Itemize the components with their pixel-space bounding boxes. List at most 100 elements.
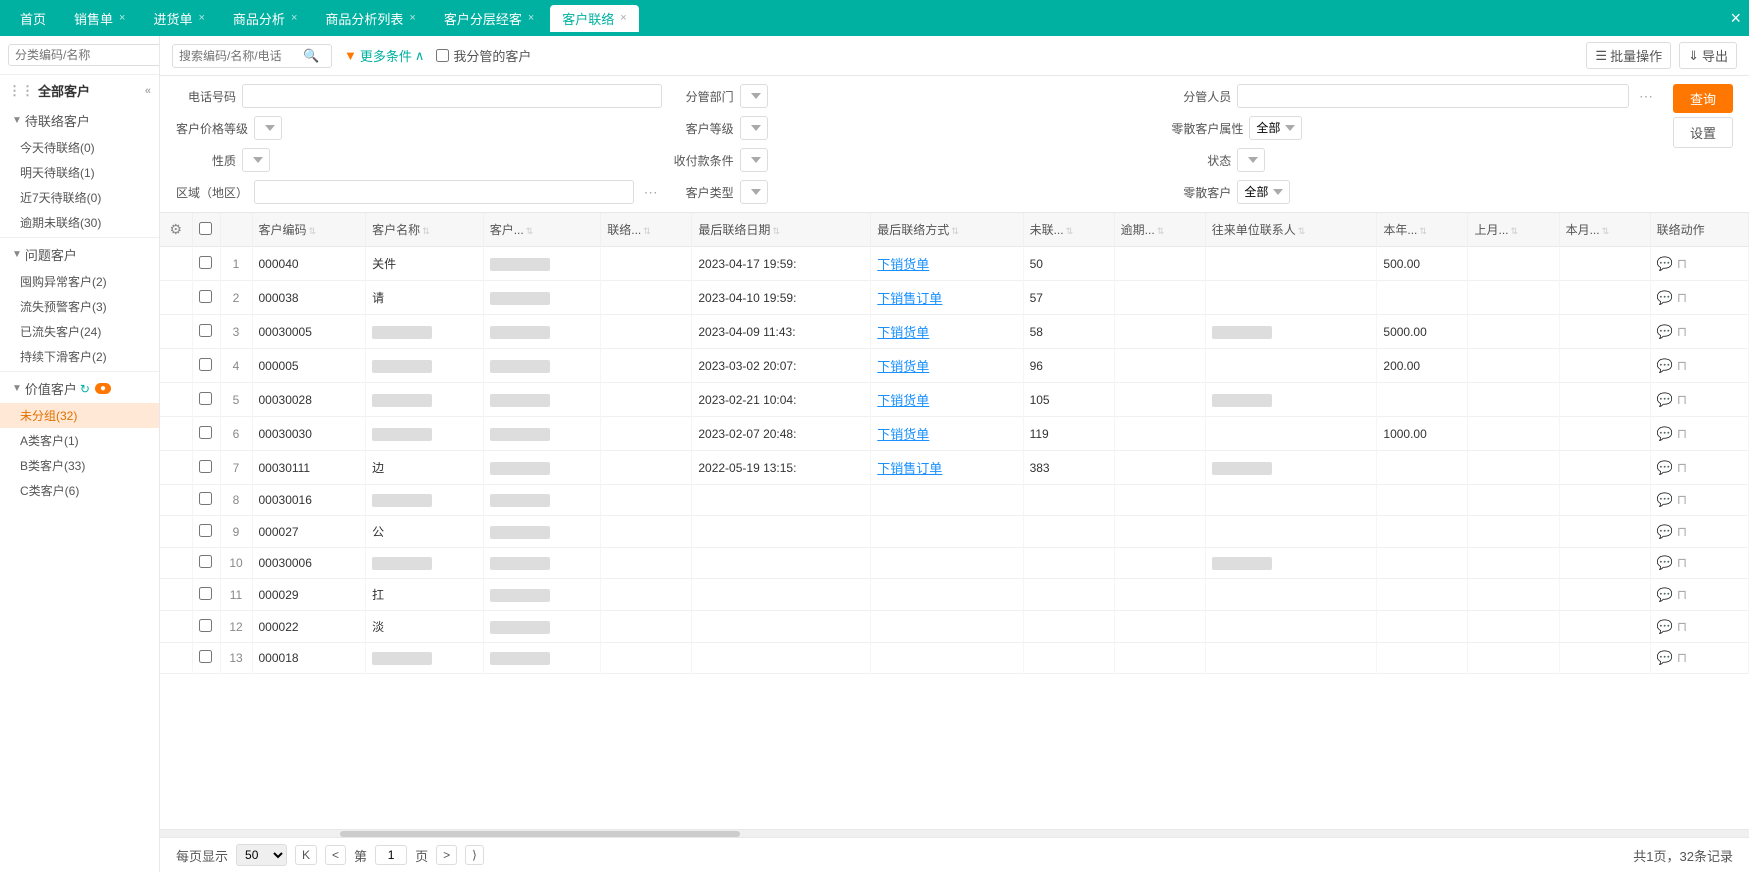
select-all-checkbox[interactable] <box>199 222 212 235</box>
row-checkbox[interactable] <box>199 392 212 405</box>
sidebar-item-declining[interactable]: 持续下滑客户(2) <box>0 344 159 369</box>
cell-checkbox[interactable] <box>192 516 220 548</box>
grid-icon[interactable]: ⊓ <box>1677 256 1687 272</box>
phone-input[interactable] <box>242 84 662 108</box>
batch-op-button[interactable]: ☰ 批量操作 <box>1586 42 1671 69</box>
row-checkbox[interactable] <box>199 256 212 269</box>
region-input[interactable] <box>254 180 634 204</box>
gear-icon[interactable]: ⚙ <box>169 221 182 237</box>
comment-icon[interactable]: 💬 <box>1657 619 1673 635</box>
sidebar-item-tomorrow-pending[interactable]: 明天待联络(1) <box>0 160 159 185</box>
comment-icon[interactable]: 💬 <box>1657 392 1673 408</box>
col-no-contact[interactable]: 未联...⇅ <box>1023 213 1114 247</box>
refresh-icon[interactable]: ↻ <box>80 382 90 396</box>
value-header[interactable]: ▼ 价值客户 ↻ ● <box>0 374 159 403</box>
cell-checkbox[interactable] <box>192 417 220 451</box>
grid-icon[interactable]: ⊓ <box>1677 290 1687 306</box>
tab-purchase[interactable]: 进货单 × <box>141 5 216 32</box>
close-goods-analysis-tab[interactable]: × <box>291 12 297 24</box>
comment-icon[interactable]: 💬 <box>1657 587 1673 603</box>
cell-checkbox[interactable] <box>192 611 220 643</box>
cell-checkbox[interactable] <box>192 485 220 516</box>
cell-checkbox[interactable] <box>192 281 220 315</box>
grid-icon[interactable]: ⊓ <box>1677 426 1687 442</box>
col-code[interactable]: 客户编码⇅ <box>252 213 366 247</box>
query-button[interactable]: 查询 <box>1673 84 1733 113</box>
table-container[interactable]: ⚙ 客户编码⇅ 客户名称⇅ 客户...⇅ 联络...⇅ 最后联络日期⇅ 最后联络… <box>160 213 1749 829</box>
horizontal-scrollbar[interactable] <box>160 829 1749 837</box>
per-page-select[interactable]: 50 100 200 <box>236 844 287 866</box>
comment-icon[interactable]: 💬 <box>1657 358 1673 374</box>
col-type[interactable]: 客户...⇅ <box>483 213 601 247</box>
row-checkbox[interactable] <box>199 524 212 537</box>
prev-page-button[interactable]: < <box>325 845 346 865</box>
close-customer-contact-tab[interactable]: × <box>620 12 626 24</box>
grid-icon[interactable]: ⊓ <box>1677 460 1687 476</box>
comment-icon[interactable]: 💬 <box>1657 650 1673 666</box>
scrollbar-thumb[interactable] <box>340 831 740 837</box>
close-all-button[interactable]: × <box>1730 8 1741 29</box>
row-checkbox[interactable] <box>199 650 212 663</box>
row-checkbox[interactable] <box>199 426 212 439</box>
grid-icon[interactable]: ⊓ <box>1677 492 1687 508</box>
row-checkbox[interactable] <box>199 587 212 600</box>
tab-home[interactable]: 首页 <box>8 5 58 32</box>
contact-method-link[interactable]: 下销货单 <box>877 257 929 272</box>
tab-customer-layer[interactable]: 客户分层经客 × <box>432 5 546 32</box>
dept-select[interactable] <box>740 84 768 108</box>
reset-button[interactable]: 设置 <box>1673 117 1733 148</box>
tab-customer-contact[interactable]: 客户联络 × <box>550 5 638 32</box>
grid-icon[interactable]: ⊓ <box>1677 619 1687 635</box>
cell-checkbox[interactable] <box>192 315 220 349</box>
col-this-year[interactable]: 本年...⇅ <box>1377 213 1468 247</box>
col-name[interactable]: 客户名称⇅ <box>366 213 484 247</box>
page-number-input[interactable] <box>375 845 407 865</box>
grid-icon[interactable]: ⊓ <box>1677 392 1687 408</box>
comment-icon[interactable]: 💬 <box>1657 524 1673 540</box>
region-dots[interactable]: ⋯ <box>640 184 662 201</box>
row-checkbox[interactable] <box>199 324 212 337</box>
grid-icon[interactable]: ⊓ <box>1677 324 1687 340</box>
col-last-date[interactable]: 最后联络日期⇅ <box>692 213 871 247</box>
sidebar-item-unclassified[interactable]: 未分组(32) <box>0 403 159 428</box>
manager-input[interactable] <box>1237 84 1629 108</box>
contact-method-link[interactable]: 下销货单 <box>877 393 929 408</box>
grid-icon[interactable]: ⊓ <box>1677 587 1687 603</box>
tab-goods-analysis[interactable]: 商品分析 × <box>221 5 309 32</box>
sidebar-item-class-a[interactable]: A类客户(1) <box>0 428 159 453</box>
filter-search-icon[interactable]: 🔍 <box>303 48 319 64</box>
comment-icon[interactable]: 💬 <box>1657 555 1673 571</box>
payment-select[interactable] <box>740 148 768 172</box>
sidebar-item-class-c[interactable]: C类客户(6) <box>0 478 159 503</box>
customer-type-select[interactable] <box>740 180 768 204</box>
col-last-month[interactable]: 上月...⇅ <box>1468 213 1559 247</box>
row-checkbox[interactable] <box>199 619 212 632</box>
sidebar-item-churned[interactable]: 已流失客户(24) <box>0 319 159 344</box>
first-page-button[interactable]: K <box>295 845 317 865</box>
collapse-all-icon[interactable]: « <box>145 85 151 97</box>
comment-icon[interactable]: 💬 <box>1657 324 1673 340</box>
export-button[interactable]: ⇓ 导出 <box>1679 42 1737 69</box>
cell-checkbox[interactable] <box>192 451 220 485</box>
col-overdue[interactable]: 逾期...⇅ <box>1114 213 1205 247</box>
customer-grade-select[interactable] <box>740 116 768 140</box>
problem-header[interactable]: ▼ 问题客户 <box>0 240 159 269</box>
col-last-method[interactable]: 最后联络方式⇅ <box>871 213 1023 247</box>
comment-icon[interactable]: 💬 <box>1657 460 1673 476</box>
contact-method-link[interactable]: 下销货单 <box>877 325 929 340</box>
cell-checkbox[interactable] <box>192 349 220 383</box>
contact-method-link[interactable]: 下销售订单 <box>877 291 942 306</box>
sidebar-item-7days-pending[interactable]: 近7天待联络(0) <box>0 185 159 210</box>
col-gear[interactable]: ⚙ <box>160 213 192 247</box>
pending-header[interactable]: ▼ 待联络客户 <box>0 106 159 135</box>
price-grade-select[interactable] <box>254 116 282 140</box>
cell-checkbox[interactable] <box>192 383 220 417</box>
sidebar-item-churn-warning[interactable]: 流失预警客户(3) <box>0 294 159 319</box>
my-customers-checkbox[interactable] <box>436 49 449 62</box>
close-sales-tab[interactable]: × <box>119 12 125 24</box>
grid-icon[interactable]: ⊓ <box>1677 650 1687 666</box>
col-checkbox[interactable] <box>192 213 220 247</box>
close-customer-layer-tab[interactable]: × <box>528 12 534 24</box>
tab-sales[interactable]: 销售单 × <box>62 5 137 32</box>
col-inter-company[interactable]: 往来单位联系人⇅ <box>1205 213 1377 247</box>
